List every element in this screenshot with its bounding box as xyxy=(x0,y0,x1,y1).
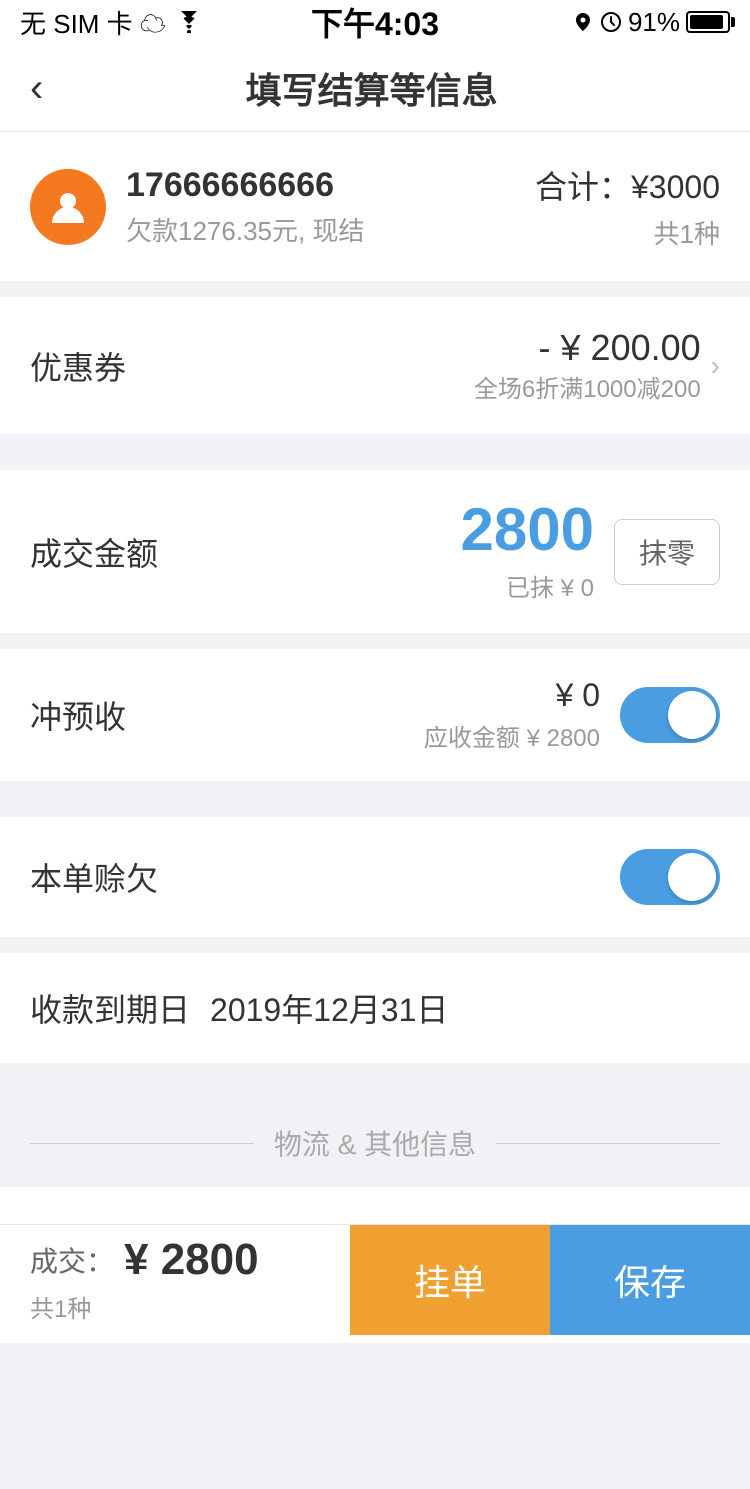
bottom-deal-label: 成交： xyxy=(30,1240,114,1280)
chong-receivable: 应收金额 ¥ 2800 xyxy=(424,718,600,753)
sheqian-row: 本单赊欠 xyxy=(0,817,750,937)
coupon-label: 优惠券 xyxy=(30,343,126,389)
hang-button[interactable]: 挂单 xyxy=(350,1225,550,1335)
logistics-line-left xyxy=(30,1143,254,1144)
bottom-summary: 成交： ¥ 2800 共1种 xyxy=(0,1235,350,1324)
divider-1 xyxy=(0,450,750,470)
deal-amount: 2800 xyxy=(461,500,594,560)
customer-count: 共1种 xyxy=(535,214,720,251)
logistics-divider: 物流 & 其他信息 xyxy=(0,1099,750,1187)
no-sim-label: 无 SIM 卡 ☁ xyxy=(20,4,166,41)
customer-total-amount: 合计：¥3000 xyxy=(535,162,720,208)
sheqian-label: 本单赊欠 xyxy=(30,854,158,900)
sheqian-toggle-knob xyxy=(668,853,716,901)
duedate-row: 收款到期日 2019年12月31日 xyxy=(0,953,750,1063)
battery-icon xyxy=(686,11,730,33)
wifi-icon xyxy=(174,11,204,33)
sheqian-toggle[interactable] xyxy=(620,849,720,905)
customer-phone: 17666666666 xyxy=(126,166,364,205)
nav-bar: ‹ 填写结算等信息 xyxy=(0,44,750,132)
chong-toggle-knob xyxy=(668,691,716,739)
divider-2 xyxy=(0,797,750,817)
duedate-value: 2019年12月31日 xyxy=(210,985,448,1031)
chong-row: 冲预收 ¥ 0 应收金额 ¥ 2800 xyxy=(0,649,750,781)
chong-right: ¥ 0 应收金额 ¥ 2800 xyxy=(424,677,720,753)
mozero-button[interactable]: 抹零 xyxy=(614,519,720,585)
coupon-right: - ¥ 200.00 全场6折满1000减200 › xyxy=(474,327,720,404)
deal-right: 2800 已抹 ¥ 0 抹零 xyxy=(461,500,721,603)
chong-toggle[interactable] xyxy=(620,687,720,743)
deal-label: 成交金额 xyxy=(30,529,158,575)
coupon-chevron-icon: › xyxy=(711,350,720,382)
status-right: 91% xyxy=(572,7,730,38)
bottom-deal-row: 成交： ¥ 2800 xyxy=(30,1235,320,1285)
customer-info: 17666666666 欠款1276.35元, 现结 xyxy=(126,166,364,248)
clock-icon xyxy=(600,11,622,33)
duedate-label: 收款到期日 xyxy=(30,985,190,1031)
coupon-discount: - ¥ 200.00 xyxy=(474,327,701,369)
battery-percent: 91% xyxy=(628,7,680,38)
customer-left: 17666666666 欠款1276.35元, 现结 xyxy=(30,166,364,248)
coupon-desc: 全场6折满1000减200 xyxy=(474,369,701,404)
duedate-section: 收款到期日 2019年12月31日 xyxy=(0,953,750,1063)
divider-3 xyxy=(0,1079,750,1099)
avatar xyxy=(30,169,106,245)
back-button[interactable]: ‹ xyxy=(30,68,43,108)
sheqian-section: 本单赊欠 xyxy=(0,817,750,937)
chong-amount: ¥ 0 xyxy=(424,677,600,714)
coupon-row[interactable]: 优惠券 - ¥ 200.00 全场6折满1000减200 › xyxy=(0,297,750,434)
save-button[interactable]: 保存 xyxy=(550,1225,750,1335)
customer-sub-info: 欠款1276.35元, 现结 xyxy=(126,211,364,248)
status-time: 下午4:03 xyxy=(311,0,439,45)
bottom-deal-amount: ¥ 2800 xyxy=(124,1235,259,1285)
location-icon xyxy=(572,11,594,33)
customer-total: 合计：¥3000 共1种 xyxy=(535,162,720,251)
bottom-deal-count: 共1种 xyxy=(30,1289,320,1324)
logistics-text: 物流 & 其他信息 xyxy=(274,1123,476,1163)
logistics-line-right xyxy=(496,1143,720,1144)
chong-label: 冲预收 xyxy=(30,692,126,738)
bottom-bar: 成交： ¥ 2800 共1种 挂单 保存 xyxy=(0,1224,750,1334)
status-left: 无 SIM 卡 ☁ xyxy=(20,4,204,41)
deal-subtracted: 已抹 ¥ 0 xyxy=(461,568,594,603)
deal-row: 成交金额 2800 已抹 ¥ 0 抹零 xyxy=(0,470,750,633)
customer-card: 17666666666 欠款1276.35元, 现结 合计：¥3000 共1种 xyxy=(0,132,750,281)
chong-section: 冲预收 ¥ 0 应收金额 ¥ 2800 xyxy=(0,649,750,781)
page-title: 填写结算等信息 xyxy=(63,62,680,114)
status-bar: 无 SIM 卡 ☁ 下午4:03 91% xyxy=(0,0,750,44)
deal-section: 成交金额 2800 已抹 ¥ 0 抹零 xyxy=(0,470,750,633)
